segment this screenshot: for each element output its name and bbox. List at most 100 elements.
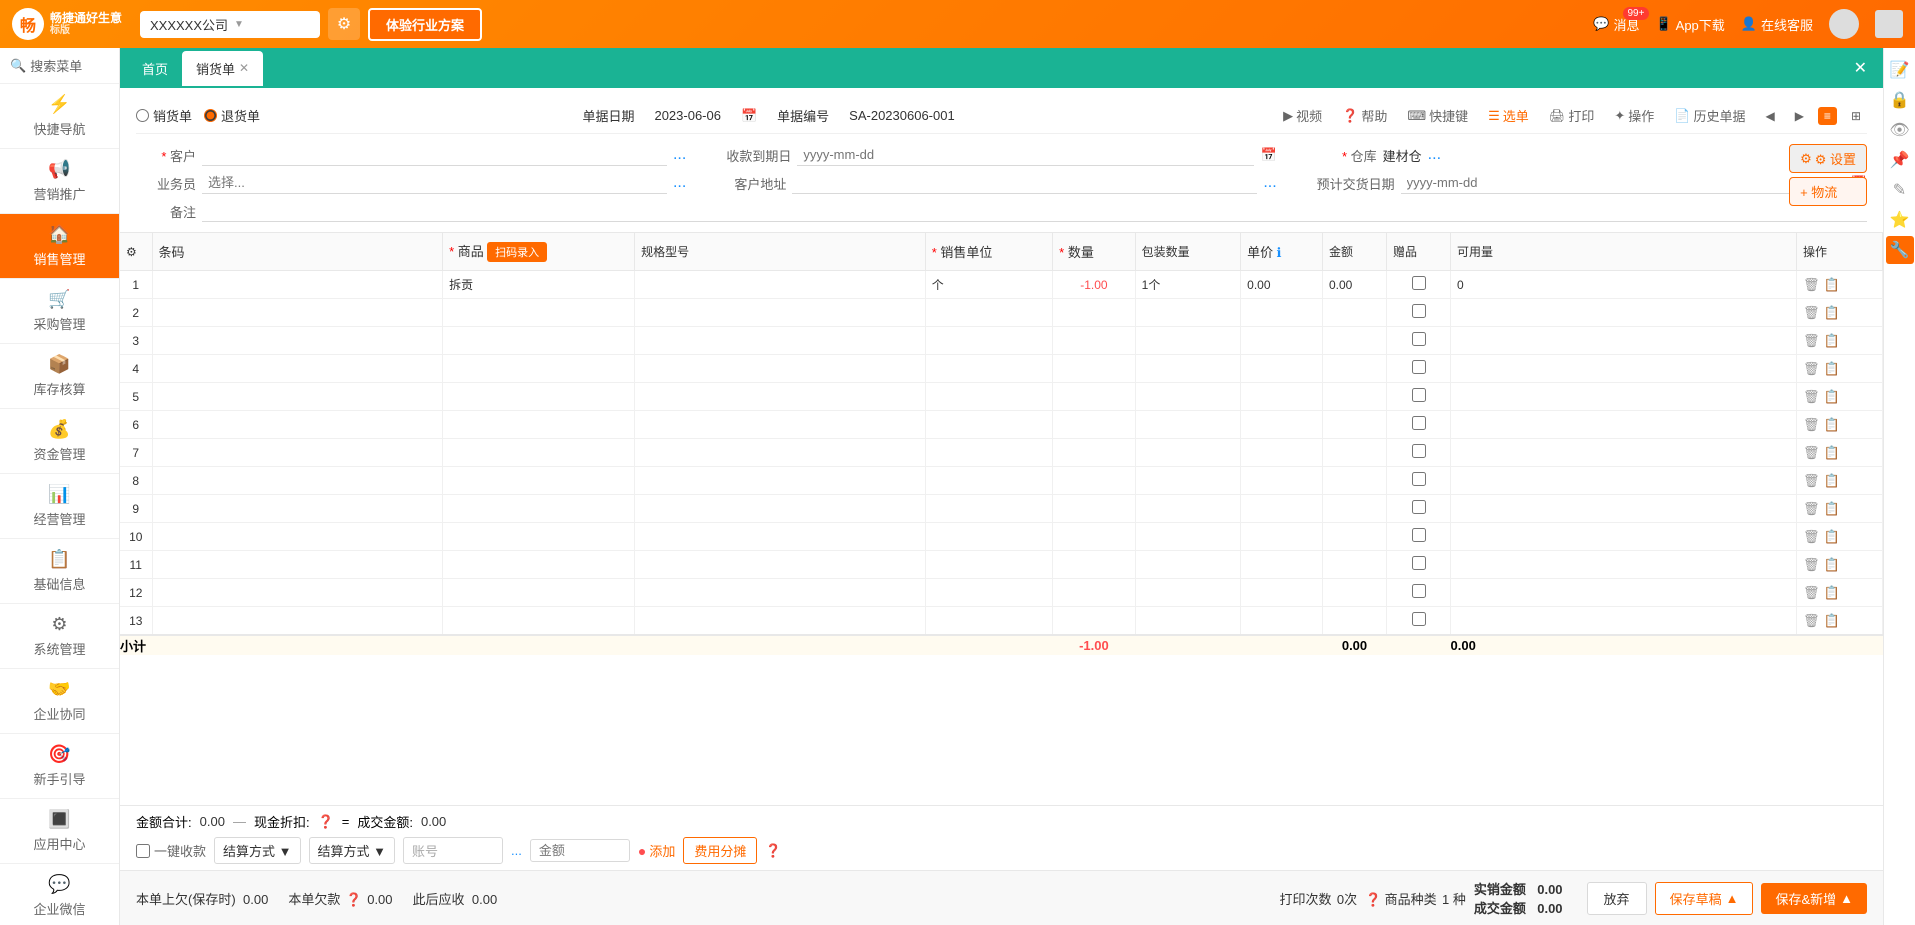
search-menu[interactable]: 🔍 搜索菜单 bbox=[0, 48, 119, 84]
row-barcode[interactable] bbox=[152, 355, 443, 383]
expense-button[interactable]: 费用分摊 bbox=[683, 837, 757, 864]
delete-icon[interactable]: 🗑 bbox=[1803, 305, 1820, 321]
radio-return-input[interactable] bbox=[204, 109, 217, 122]
row-quantity[interactable] bbox=[1053, 383, 1135, 411]
row-barcode[interactable] bbox=[152, 411, 443, 439]
row-barcode[interactable] bbox=[152, 383, 443, 411]
row-spec[interactable] bbox=[635, 523, 926, 551]
copy-icon[interactable]: 📋 bbox=[1823, 305, 1839, 321]
sidebar-item-corp[interactable]: 🤝 企业协同 bbox=[0, 669, 119, 734]
copy-icon[interactable]: 📋 bbox=[1823, 557, 1839, 573]
message-button[interactable]: 💬 消息 99+ bbox=[1593, 15, 1639, 34]
row-spec[interactable] bbox=[635, 355, 926, 383]
sidebar-item-inventory[interactable]: 📦 库存核算 bbox=[0, 344, 119, 409]
delete-icon[interactable]: 🗑 bbox=[1803, 529, 1820, 545]
row-barcode[interactable] bbox=[152, 523, 443, 551]
sidebar-item-quick-nav[interactable]: ⚡ 快捷导航 bbox=[0, 84, 119, 149]
scan-button[interactable]: 扫码录入 bbox=[487, 242, 547, 262]
sidebar-item-basic-info[interactable]: 📋 基础信息 bbox=[0, 539, 119, 604]
row-quantity[interactable] bbox=[1053, 495, 1135, 523]
right-tool-5[interactable]: ✎ bbox=[1886, 176, 1914, 204]
discard-button[interactable]: 放弃 bbox=[1587, 882, 1647, 915]
user-menu[interactable] bbox=[1875, 10, 1903, 38]
radio-return[interactable]: 退货单 bbox=[204, 106, 260, 125]
logistics-button[interactable]: + 物流 bbox=[1789, 177, 1867, 206]
row-gift[interactable] bbox=[1387, 355, 1451, 383]
discount-help-icon[interactable]: ❓ bbox=[318, 814, 334, 830]
row-spec[interactable] bbox=[635, 327, 926, 355]
one-click-pay-input[interactable] bbox=[136, 844, 150, 858]
overdue-help-icon[interactable]: ❓ bbox=[346, 892, 362, 907]
tab-close-icon[interactable]: ✕ bbox=[239, 61, 249, 75]
copy-icon[interactable]: 📋 bbox=[1823, 333, 1839, 349]
salesperson-input[interactable] bbox=[202, 172, 667, 194]
customer-addr-input[interactable] bbox=[792, 172, 1257, 194]
copy-icon[interactable]: 📋 bbox=[1823, 585, 1839, 601]
payment-method-select[interactable]: 结算方式 ▼ bbox=[214, 837, 301, 864]
help-btn[interactable]: ❓ 帮助 bbox=[1336, 104, 1393, 127]
row-gift[interactable] bbox=[1387, 607, 1451, 636]
sidebar-item-appstore[interactable]: 🔳 应用中心 bbox=[0, 799, 119, 864]
salesperson-dots[interactable]: ... bbox=[673, 174, 686, 192]
warehouse-dots[interactable]: ... bbox=[1428, 146, 1441, 164]
notes-input[interactable] bbox=[202, 200, 1867, 222]
operate-btn[interactable]: ✦ 操作 bbox=[1608, 104, 1660, 127]
row-quantity[interactable] bbox=[1053, 467, 1135, 495]
row-barcode[interactable] bbox=[152, 495, 443, 523]
calendar-icon[interactable]: 📅 bbox=[1260, 147, 1276, 163]
delete-icon[interactable]: 🗑 bbox=[1803, 361, 1820, 377]
row-gift[interactable] bbox=[1387, 467, 1451, 495]
row-spec[interactable] bbox=[635, 579, 926, 607]
row-gift[interactable] bbox=[1387, 551, 1451, 579]
row-gift[interactable] bbox=[1387, 523, 1451, 551]
row-gift[interactable] bbox=[1387, 383, 1451, 411]
sidebar-item-sales[interactable]: 🏠 销售管理 bbox=[0, 214, 119, 279]
delete-icon[interactable]: 🗑 bbox=[1803, 613, 1820, 629]
account-dots[interactable]: ... bbox=[511, 843, 522, 858]
row-spec[interactable] bbox=[635, 467, 926, 495]
delete-icon[interactable]: 🗑 bbox=[1803, 389, 1820, 405]
row-spec[interactable] bbox=[635, 383, 926, 411]
calendar-icon[interactable]: 📅 bbox=[741, 108, 757, 124]
app-download-button[interactable]: 📱 App下载 bbox=[1655, 15, 1724, 34]
customer-addr-dots[interactable]: ... bbox=[1263, 174, 1276, 192]
right-tool-3[interactable]: 👁 bbox=[1886, 116, 1914, 144]
sidebar-item-system[interactable]: ⚙ 系统管理 bbox=[0, 604, 119, 669]
copy-icon[interactable]: 📋 bbox=[1823, 501, 1839, 517]
amount-field[interactable] bbox=[530, 839, 630, 862]
row-quantity[interactable] bbox=[1053, 607, 1135, 636]
row-gift[interactable] bbox=[1387, 439, 1451, 467]
view-list-btn[interactable]: ≡ bbox=[1818, 107, 1837, 125]
product-types-help-icon[interactable]: ❓ bbox=[1365, 892, 1381, 907]
shortcut-btn[interactable]: ⌨ 快捷键 bbox=[1401, 104, 1474, 127]
row-quantity[interactable] bbox=[1053, 551, 1135, 579]
customer-input[interactable] bbox=[202, 144, 667, 166]
right-tool-4[interactable]: 📌 bbox=[1886, 146, 1914, 174]
right-tool-1[interactable]: 📝 bbox=[1886, 56, 1914, 84]
right-tool-6[interactable]: ⭐ bbox=[1886, 206, 1914, 234]
copy-icon[interactable]: 📋 bbox=[1823, 417, 1839, 433]
avatar[interactable] bbox=[1829, 9, 1859, 39]
row-quantity[interactable] bbox=[1053, 579, 1135, 607]
radio-sales-input[interactable] bbox=[136, 109, 149, 122]
row-spec[interactable] bbox=[635, 299, 926, 327]
sidebar-item-purchase[interactable]: 🛒 采购管理 bbox=[0, 279, 119, 344]
row-spec[interactable] bbox=[635, 607, 926, 636]
delete-icon[interactable]: 🗑 bbox=[1803, 473, 1820, 489]
row-barcode[interactable] bbox=[152, 579, 443, 607]
close-all-tabs[interactable]: ✕ bbox=[1846, 58, 1875, 78]
nav-next-btn[interactable]: ▶ bbox=[1789, 107, 1810, 125]
delete-icon[interactable]: 🗑 bbox=[1803, 585, 1820, 601]
price-info-icon[interactable]: ℹ bbox=[1277, 245, 1282, 260]
delete-icon[interactable]: 🗑 bbox=[1803, 417, 1820, 433]
row-spec[interactable] bbox=[635, 495, 926, 523]
due-date-input[interactable] bbox=[797, 144, 1254, 166]
row-quantity[interactable] bbox=[1053, 411, 1135, 439]
row-quantity[interactable]: -1.00 bbox=[1053, 271, 1135, 299]
row-gift[interactable] bbox=[1387, 271, 1451, 299]
row-spec[interactable] bbox=[635, 271, 926, 299]
expected-date-input[interactable] bbox=[1401, 172, 1845, 194]
row-quantity[interactable] bbox=[1053, 439, 1135, 467]
row-barcode[interactable] bbox=[152, 327, 443, 355]
delete-icon[interactable]: 🗑 bbox=[1803, 333, 1820, 349]
